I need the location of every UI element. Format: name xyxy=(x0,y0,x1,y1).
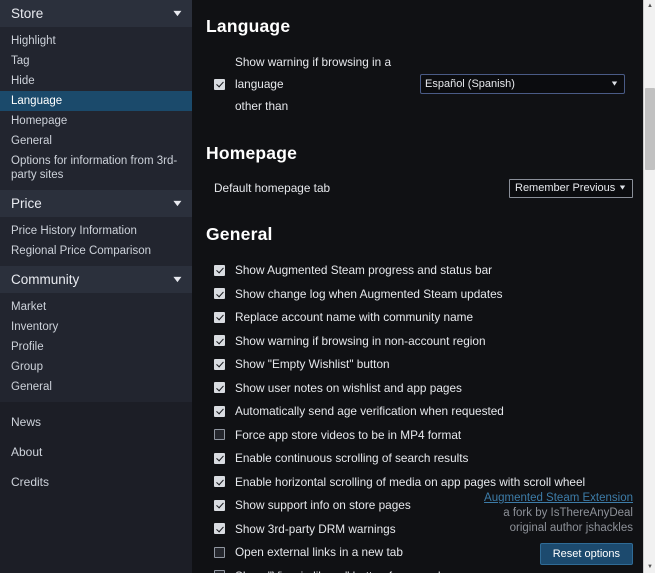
sidebar-item-options-for-information-from-3rd-party-sites[interactable]: Options for information from 3rd-party s… xyxy=(0,151,192,185)
general-option-label: Enable horizontal scrolling of media on … xyxy=(235,475,585,489)
sidebar-group-label: Store xyxy=(11,0,43,27)
general-option-row: Show "Empty Wishlist" button xyxy=(206,353,633,377)
sidebar-item-homepage[interactable]: Homepage xyxy=(0,111,192,131)
sidebar-item-highlight[interactable]: Highlight xyxy=(0,31,192,51)
general-option-row: Show "View in library" button for owned … xyxy=(206,564,633,573)
general-option-label: Replace account name with community name xyxy=(235,310,473,324)
language-warning-label: Show warning if browsing in a language o… xyxy=(235,51,420,117)
language-warning-row: Show warning if browsing in a language o… xyxy=(206,51,633,117)
original-author-line: original author jshackles xyxy=(403,521,633,536)
homepage-tab-label: Default homepage tab xyxy=(214,181,330,195)
chevron-down-icon: ▼ xyxy=(171,9,184,18)
general-option-checkbox[interactable] xyxy=(214,382,225,393)
general-option-label: Show support info on store pages xyxy=(235,498,411,512)
chevron-down-icon: ▼ xyxy=(171,275,184,284)
general-option-checkbox[interactable] xyxy=(214,429,225,440)
settings-window: Store▼HighlightTagHideLanguageHomepageGe… xyxy=(0,0,655,573)
main-content: Language Show warning if browsing in a l… xyxy=(192,0,655,573)
general-option-checkbox[interactable] xyxy=(214,453,225,464)
general-section-heading: General xyxy=(206,224,633,245)
general-option-checkbox[interactable] xyxy=(214,500,225,511)
language-warning-checkbox[interactable] xyxy=(214,79,225,90)
general-option-label: Show change log when Augmented Steam upd… xyxy=(235,287,503,301)
general-option-label: Automatically send age verification when… xyxy=(235,404,504,418)
general-option-checkbox[interactable] xyxy=(214,288,225,299)
settings-sections: Language Show warning if browsing in a l… xyxy=(206,0,633,573)
general-option-label: Show "Empty Wishlist" button xyxy=(235,357,390,371)
sidebar-item-price-history-information[interactable]: Price History Information xyxy=(0,221,192,241)
general-option-checkbox[interactable] xyxy=(214,523,225,534)
language-warning-label-line1: Show warning if browsing in a language xyxy=(235,55,391,91)
reset-options-button[interactable]: Reset options xyxy=(540,543,633,565)
sidebar-item-general[interactable]: General xyxy=(0,131,192,151)
sidebar-group-label: Community xyxy=(11,266,79,293)
language-warning-label-line2: other than xyxy=(235,99,288,113)
general-option-label: Enable continuous scrolling of search re… xyxy=(235,451,468,465)
sidebar-group-header-store[interactable]: Store ▼ xyxy=(0,0,192,27)
general-option-checkbox[interactable] xyxy=(214,476,225,487)
homepage-section-heading: Homepage xyxy=(206,143,633,164)
page-scrollbar[interactable]: ▲ ▼ xyxy=(643,0,655,573)
general-option-checkbox[interactable] xyxy=(214,359,225,370)
sidebar-group-items: HighlightTagHideLanguageHomepageGeneralO… xyxy=(0,27,192,190)
sidebar-item-hide[interactable]: Hide xyxy=(0,71,192,91)
general-option-row: Show change log when Augmented Steam upd… xyxy=(206,282,633,306)
attribution-block: Augmented Steam Extension a fork by IsTh… xyxy=(403,492,633,565)
general-option-checkbox[interactable] xyxy=(214,265,225,276)
sidebar-group-header-community[interactable]: Community ▼ xyxy=(0,266,192,293)
fork-credit-line: a fork by IsThereAnyDeal xyxy=(403,506,633,521)
scrollbar-thumb[interactable] xyxy=(645,88,655,170)
general-option-checkbox[interactable] xyxy=(214,406,225,417)
sidebar-item-general[interactable]: General xyxy=(0,377,192,397)
general-option-row: Enable continuous scrolling of search re… xyxy=(206,447,633,471)
sidebar-group-items: MarketInventoryProfileGroupGeneral xyxy=(0,293,192,402)
general-option-row: Show warning if browsing in non-account … xyxy=(206,329,633,353)
general-option-label: Show warning if browsing in non-account … xyxy=(235,334,486,348)
general-option-row: Automatically send age verification when… xyxy=(206,400,633,424)
general-option-checkbox[interactable] xyxy=(214,312,225,323)
general-option-label: Show "View in library" button for owned … xyxy=(235,569,479,573)
sidebar-item-about[interactable]: About xyxy=(0,437,192,467)
language-section-heading: Language xyxy=(206,16,633,37)
sidebar-group-header-price[interactable]: Price ▼ xyxy=(0,190,192,217)
sidebar-item-market[interactable]: Market xyxy=(0,297,192,317)
general-option-label: Open external links in a new tab xyxy=(235,545,403,559)
sidebar-item-language[interactable]: Language xyxy=(0,91,192,111)
sidebar-item-inventory[interactable]: Inventory xyxy=(0,317,192,337)
language-select[interactable]: Español (Spanish) xyxy=(420,74,625,94)
general-option-row: Force app store videos to be in MP4 form… xyxy=(206,423,633,447)
general-option-checkbox[interactable] xyxy=(214,547,225,558)
general-option-row: Replace account name with community name xyxy=(206,306,633,330)
sidebar-item-tag[interactable]: Tag xyxy=(0,51,192,71)
general-option-label: Force app store videos to be in MP4 form… xyxy=(235,428,461,442)
general-option-row: Show user notes on wishlist and app page… xyxy=(206,376,633,400)
sidebar: Store▼HighlightTagHideLanguageHomepageGe… xyxy=(0,0,192,573)
sidebar-item-group[interactable]: Group xyxy=(0,357,192,377)
homepage-select-wrapper: Remember Previous ▼ xyxy=(509,178,633,198)
sidebar-flat-items: NewsAboutCredits xyxy=(0,402,192,501)
general-option-checkbox[interactable] xyxy=(214,335,225,346)
general-option-label: Show user notes on wishlist and app page… xyxy=(235,381,462,395)
general-option-label: Show Augmented Steam progress and status… xyxy=(235,263,492,277)
homepage-tab-row: Default homepage tab Remember Previous ▼ xyxy=(206,178,633,198)
sidebar-item-credits[interactable]: Credits xyxy=(0,467,192,497)
general-option-row: Show Augmented Steam progress and status… xyxy=(206,259,633,283)
sidebar-item-regional-price-comparison[interactable]: Regional Price Comparison xyxy=(0,241,192,261)
triangle-up-icon[interactable]: ▲ xyxy=(644,0,655,12)
triangle-down-icon[interactable]: ▼ xyxy=(644,561,655,573)
language-select-wrapper: Español (Spanish) ▼ xyxy=(420,74,625,94)
chevron-down-icon: ▼ xyxy=(171,199,184,208)
sidebar-group-items: Price History InformationRegional Price … xyxy=(0,217,192,266)
general-option-row: Enable horizontal scrolling of media on … xyxy=(206,470,633,494)
sidebar-group-label: Price xyxy=(11,190,42,217)
augmented-steam-extension-link[interactable]: Augmented Steam Extension xyxy=(403,492,633,504)
sidebar-item-profile[interactable]: Profile xyxy=(0,337,192,357)
sidebar-item-news[interactable]: News xyxy=(0,407,192,437)
general-option-label: Show 3rd-party DRM warnings xyxy=(235,522,396,536)
homepage-select[interactable]: Remember Previous xyxy=(509,179,633,198)
